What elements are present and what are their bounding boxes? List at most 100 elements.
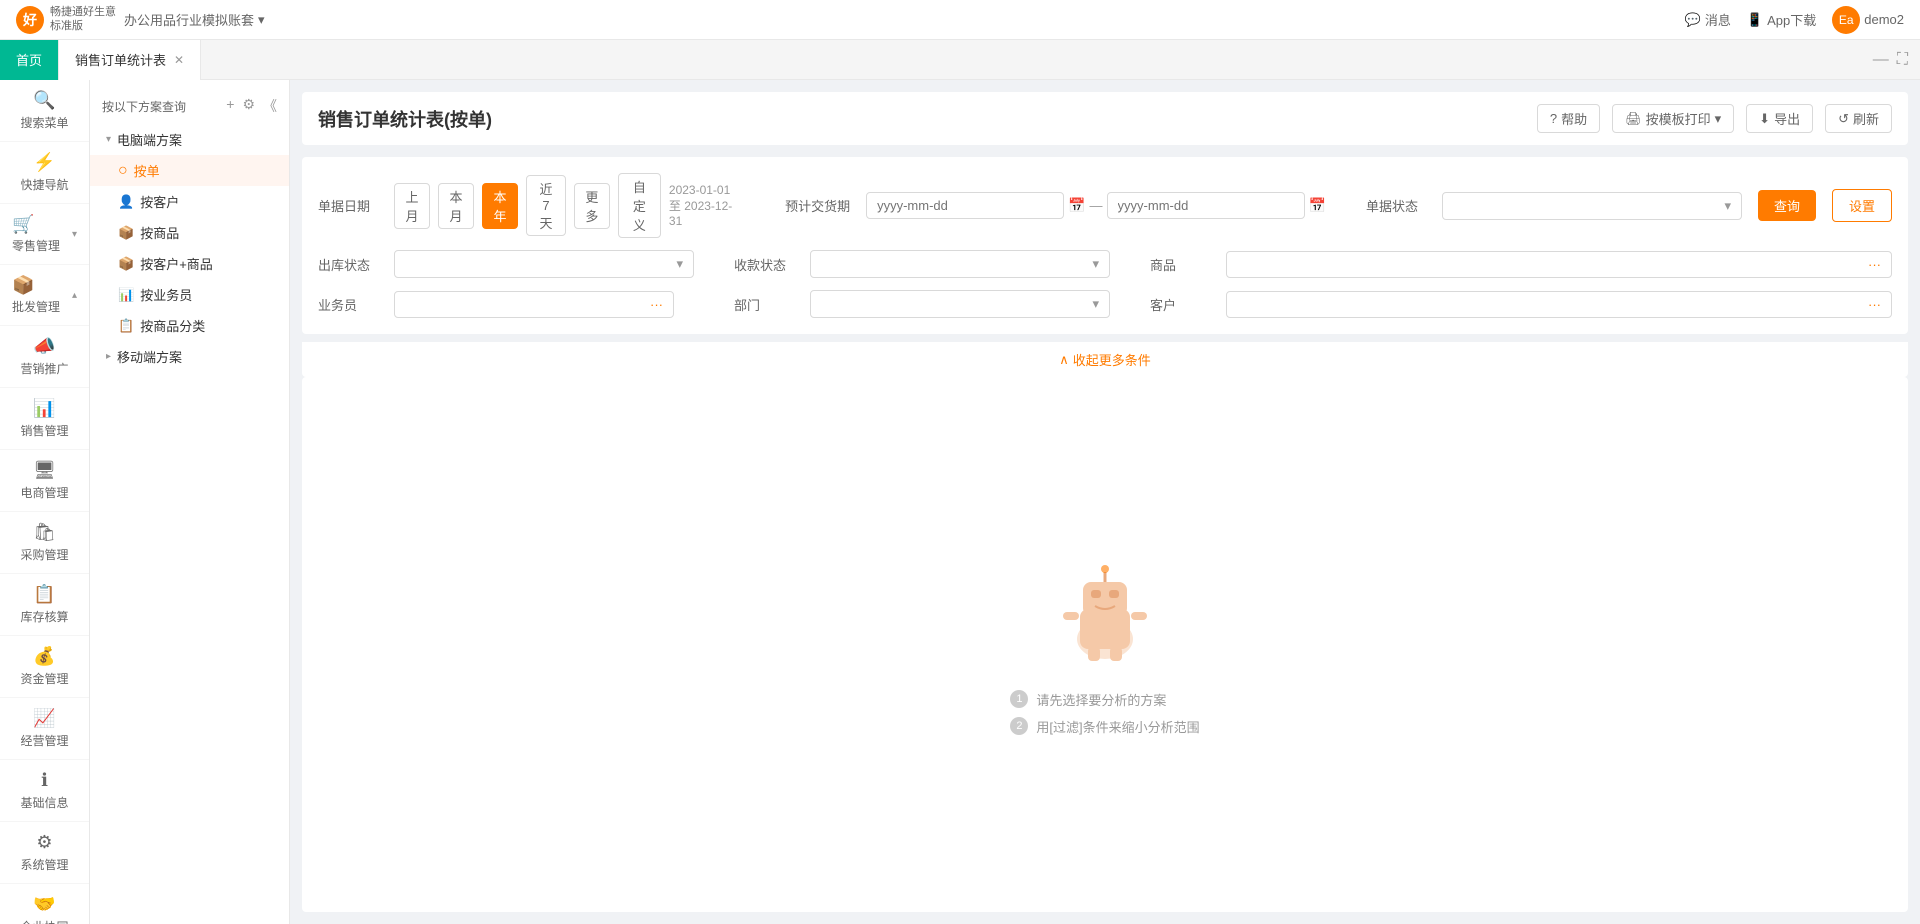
- custom-date-button[interactable]: 自定义: [618, 173, 661, 238]
- goods-icon: 📦: [118, 225, 134, 241]
- customer-ellipsis[interactable]: ···: [1868, 297, 1881, 312]
- this-year-button[interactable]: 本年: [482, 183, 518, 229]
- sidebar: 🔍 搜索菜单 ⚡ 快捷导航 🛒 零售管理 ▾ 📦 批发管理 ▴ 📣 营销推广: [0, 80, 90, 924]
- empty-tip-1: 1 请先选择要分析的方案: [1010, 690, 1199, 709]
- close-tab-icon[interactable]: ✕: [174, 53, 184, 67]
- more-date-button[interactable]: 更多: [574, 183, 610, 229]
- tab-sales-order-stat[interactable]: 销售订单统计表 ✕: [59, 40, 201, 80]
- settings-button[interactable]: 设置: [1832, 189, 1892, 222]
- workspace-selector[interactable]: 办公用品行业模拟账套 ▾: [124, 10, 265, 29]
- message-button[interactable]: 💬 消息: [1685, 10, 1731, 29]
- download-icon: 📱: [1747, 12, 1763, 28]
- refresh-icon: ↺: [1838, 111, 1849, 127]
- logo-text: 畅捷通好生意 标准版: [50, 6, 116, 32]
- search-menu-item[interactable]: 🔍 搜索菜单: [0, 80, 89, 142]
- export-button[interactable]: ⬇ 导出: [1746, 104, 1813, 133]
- sidebar-item-wholesale[interactable]: 📦 批发管理 ▴: [0, 265, 89, 326]
- filter-row-3: 业务员 ··· 部门 ▾ 客户: [318, 290, 1892, 318]
- sidebar-item-system[interactable]: ⚙ 系统管理: [0, 822, 89, 884]
- calendar-start-icon[interactable]: 📅: [1068, 197, 1085, 214]
- tree-item-mobile-scheme[interactable]: ▸ 移动端方案: [90, 341, 289, 372]
- panel-header: 按以下方案查询 + ⚙ 《: [90, 88, 289, 124]
- tree-item-by-customer-goods[interactable]: 📦 按客户+商品: [90, 248, 289, 279]
- export-icon: ⬇: [1759, 111, 1770, 127]
- status-select[interactable]: ▾: [1442, 192, 1742, 220]
- filter-row-2: 出库状态 ▾ 收款状态 ▾ 商品 ···: [318, 250, 1892, 278]
- tree-item-by-customer[interactable]: 👤 按客户: [90, 186, 289, 217]
- payment-status-select[interactable]: ▾: [810, 250, 1110, 278]
- wholesale-icon: 📦: [12, 275, 34, 296]
- top-bar-right: 💬 消息 📱 App下载 Ea demo2: [1685, 6, 1904, 34]
- top-bar: 好 畅捷通好生意 标准版 办公用品行业模拟账套 ▾ 💬 消息 📱 App下载 E…: [0, 0, 1920, 40]
- avatar: Ea: [1832, 6, 1860, 34]
- salesperson-select[interactable]: ···: [394, 291, 674, 318]
- page-header: 销售订单统计表(按单) ? 帮助 🖨 按模板打印 ▾ ⬇ 导出: [302, 92, 1908, 145]
- tree-item-by-goods[interactable]: 📦 按商品: [90, 217, 289, 248]
- retail-icon: 🛒: [12, 214, 34, 235]
- print-button[interactable]: 🖨 按模板打印 ▾: [1612, 104, 1734, 133]
- window-controls: — ⛶: [1873, 51, 1920, 69]
- expected-date-start[interactable]: [866, 192, 1064, 219]
- tree-collapse-icon: ▸: [106, 351, 111, 362]
- quick-nav-item[interactable]: ⚡ 快捷导航: [0, 142, 89, 204]
- tab-home[interactable]: 首页: [0, 40, 59, 80]
- category-icon: 📋: [118, 318, 134, 334]
- goods-select[interactable]: ···: [1226, 251, 1892, 278]
- department-label: 部门: [734, 295, 794, 314]
- tree-item-by-order[interactable]: ○ 按单: [90, 155, 289, 186]
- query-button[interactable]: 查询: [1758, 190, 1816, 221]
- settings-scheme-button[interactable]: ⚙: [242, 96, 255, 116]
- salesperson-label: 业务员: [318, 295, 378, 314]
- user-profile[interactable]: Ea demo2: [1832, 6, 1904, 34]
- panel-header-icons: + ⚙ 《: [226, 96, 277, 116]
- collapse-icon: ∧: [1059, 352, 1069, 368]
- customer-goods-icon: 📦: [118, 256, 134, 272]
- tab-bar: 首页 销售订单统计表 ✕ — ⛶: [0, 40, 1920, 80]
- payment-dropdown-icon: ▾: [1092, 256, 1099, 272]
- sidebar-item-finance[interactable]: 💰 资金管理: [0, 636, 89, 698]
- sales-icon: 📊: [33, 398, 55, 419]
- out-status-dropdown-icon: ▾: [676, 256, 683, 272]
- help-button[interactable]: ? 帮助: [1537, 104, 1600, 133]
- sidebar-item-retail[interactable]: 🛒 零售管理 ▾: [0, 204, 89, 265]
- sidebar-item-purchase[interactable]: 🛍 采购管理: [0, 512, 89, 574]
- sidebar-item-marketing[interactable]: 📣 营销推广: [0, 326, 89, 388]
- tree-item-by-goods-category[interactable]: 📋 按商品分类: [90, 310, 289, 341]
- system-icon: ⚙: [36, 832, 52, 853]
- customer-select[interactable]: ···: [1226, 291, 1892, 318]
- purchase-icon: 🛍: [33, 522, 56, 543]
- sidebar-item-basic-info[interactable]: ℹ 基础信息: [0, 760, 89, 822]
- add-scheme-button[interactable]: +: [226, 96, 234, 116]
- sidebar-item-operations[interactable]: 📈 经营管理: [0, 698, 89, 760]
- department-select[interactable]: ▾: [810, 290, 1110, 318]
- enterprise-icon: 🤝: [33, 894, 55, 915]
- top-bar-left: 好 畅捷通好生意 标准版 办公用品行业模拟账套 ▾: [16, 6, 265, 34]
- sidebar-item-enterprise[interactable]: 🤝 企业协同: [0, 884, 89, 924]
- help-icon: ?: [1550, 111, 1557, 126]
- refresh-button[interactable]: ↺ 刷新: [1825, 104, 1892, 133]
- expected-date-end[interactable]: [1107, 192, 1305, 219]
- last7-button[interactable]: 近7天: [526, 175, 566, 236]
- collapse-bar[interactable]: ∧ 收起更多条件: [302, 342, 1908, 377]
- minimize-icon[interactable]: —: [1873, 51, 1889, 69]
- salesperson-ellipsis[interactable]: ···: [650, 297, 663, 312]
- tree-item-by-salesperson[interactable]: 📊 按业务员: [90, 279, 289, 310]
- last-month-button[interactable]: 上月: [394, 183, 430, 229]
- out-status-select[interactable]: ▾: [394, 250, 694, 278]
- collapse-panel-button[interactable]: 《: [263, 96, 277, 116]
- sidebar-item-inventory[interactable]: 📋 库存核算: [0, 574, 89, 636]
- sidebar-item-ecommerce[interactable]: 🖥 电商管理: [0, 450, 89, 512]
- goods-ellipsis[interactable]: ···: [1868, 257, 1881, 272]
- date-range-text: 2023-01-01 至 2023-12-31: [669, 183, 745, 228]
- department-dropdown-icon: ▾: [1092, 296, 1099, 312]
- chevron-up-icon: ▴: [72, 290, 77, 301]
- calendar-end-icon[interactable]: 📅: [1309, 197, 1326, 214]
- maximize-icon[interactable]: ⛶: [1897, 51, 1908, 69]
- sidebar-item-sales[interactable]: 📊 销售管理: [0, 388, 89, 450]
- chevron-down-icon: ▾: [258, 12, 265, 28]
- app-download-button[interactable]: 📱 App下载: [1747, 10, 1816, 29]
- out-status-label: 出库状态: [318, 255, 378, 274]
- this-month-button[interactable]: 本月: [438, 183, 474, 229]
- tree-item-pc-scheme[interactable]: ▾ 电脑端方案: [90, 124, 289, 155]
- filter-area: 单据日期 上月 本月 本年 近7天 更多 自定义 2023-01-01 至 20…: [302, 157, 1908, 334]
